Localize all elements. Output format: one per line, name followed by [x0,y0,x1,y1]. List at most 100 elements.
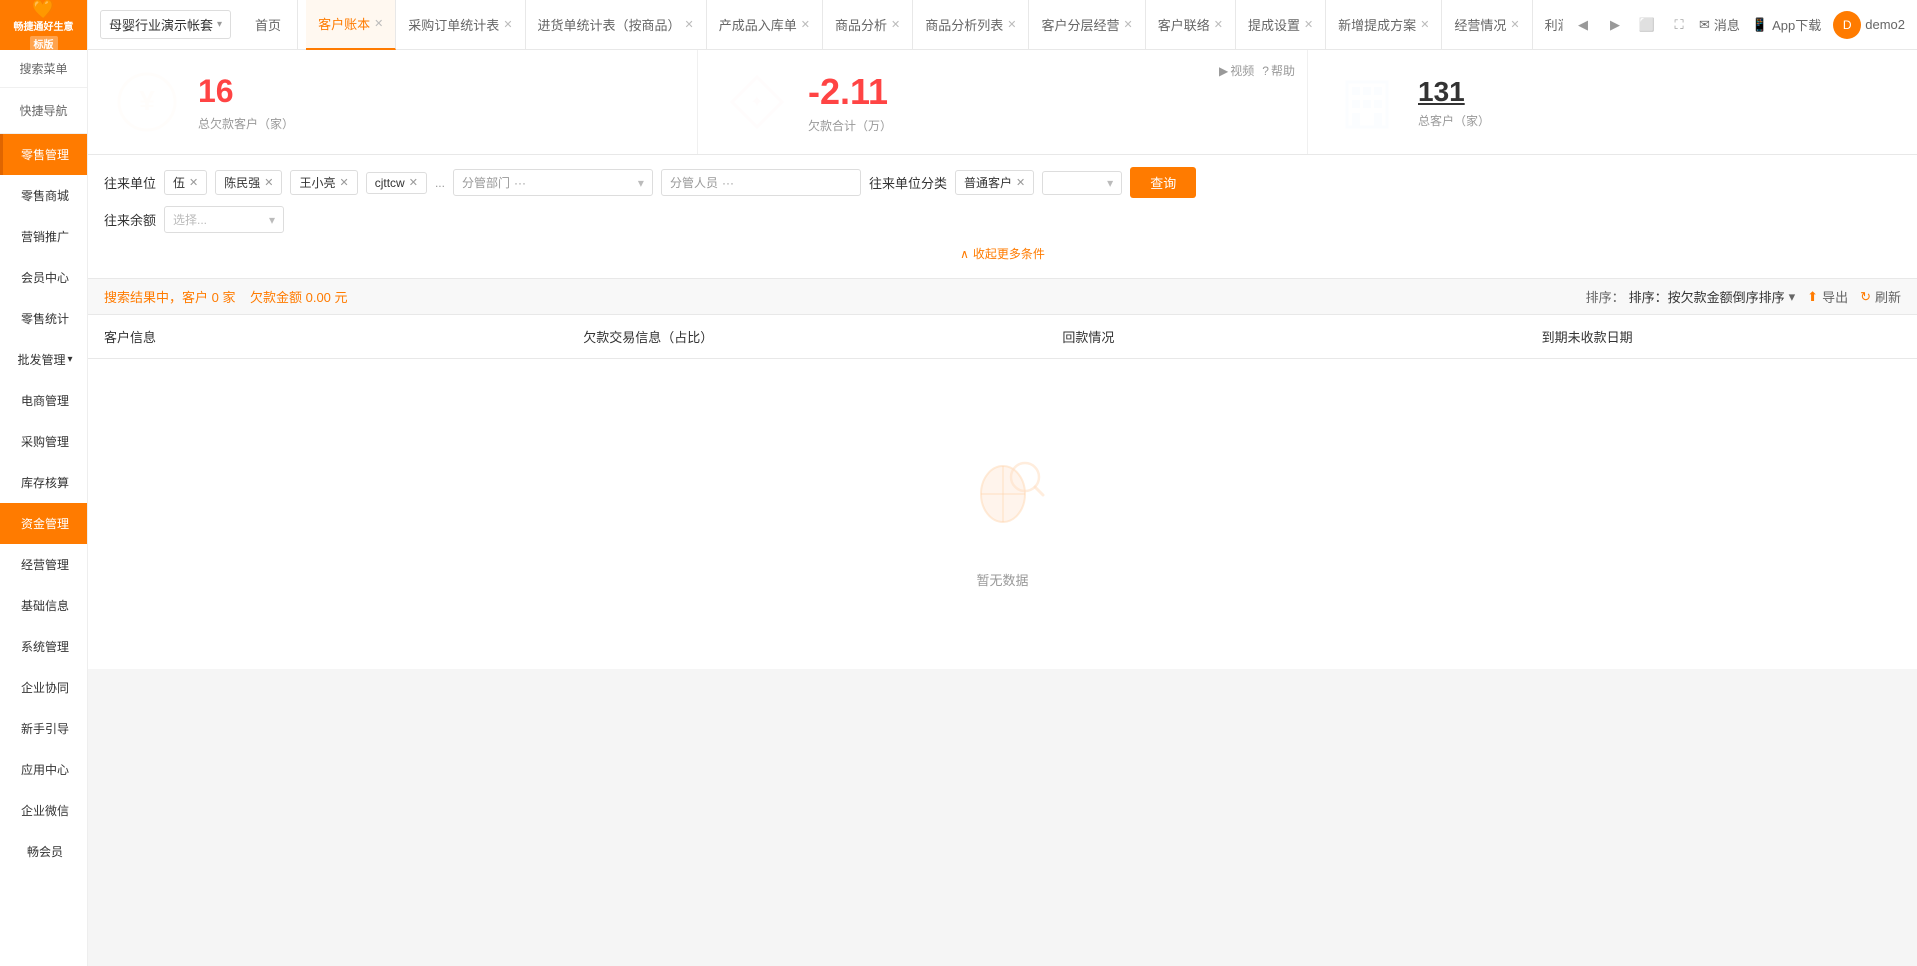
tab-commission-settings-close[interactable]: ✕ [1304,18,1313,31]
tab-customer-contact-close[interactable]: ✕ [1214,18,1223,31]
svg-text:¥: ¥ [139,85,155,116]
tab-business-status[interactable]: 经营情况 ✕ [1442,0,1532,50]
tab-purchase-orders-close[interactable]: ✕ [503,18,512,31]
tab-product-analysis-label: 商品分析 [835,15,887,34]
sort-selector[interactable]: 排序： 排序：按欠款金额倒序排序 ▾ [1586,287,1796,306]
tab-purchase-stats-close[interactable]: ✕ [685,18,694,31]
filter-tag-unit2-close[interactable]: ✕ [264,176,273,189]
refresh-label: 刷新 [1875,287,1901,306]
tab-purchase-stats-label: 进货单统计表（按商品） [538,15,681,34]
sidebar-item-inventory-check[interactable]: 库存核算 [0,462,87,503]
help-label: 帮助 [1271,62,1295,79]
sidebar-item-basic-info[interactable]: 基础信息 [0,585,87,626]
filter-person-select[interactable]: 分管人员 ··· [661,169,861,196]
app-download-btn[interactable]: 📱 App下载 [1752,15,1821,34]
tab-product-entry[interactable]: 产成品入库单 ✕ [707,0,823,50]
refresh-btn[interactable]: ↻ 刷新 [1860,287,1901,306]
filter-tag-unit4-text: cjttcw [375,176,405,190]
filter-tag-unit-type-close[interactable]: ✕ [1016,176,1025,189]
filter-tag-unit1-close[interactable]: ✕ [189,176,198,189]
search-menu[interactable]: 搜索菜单 [0,50,87,88]
account-selector[interactable]: 母婴行业演示帐套 ▾ [100,10,231,39]
tab-home[interactable]: 首页 [239,0,298,50]
filter-tag-unit4-close[interactable]: ✕ [409,176,418,189]
tab-accounts-close[interactable]: ✕ [374,17,383,30]
message-btn[interactable]: ✉ 消息 [1699,15,1740,34]
help-btn[interactable]: ? 帮助 [1262,62,1295,79]
filter-balance-select[interactable]: 选择... ▾ [164,206,284,233]
query-button[interactable]: 查询 [1130,167,1196,198]
sort-arrow: ▾ [1789,289,1796,305]
user-avatar[interactable]: D demo2 [1833,11,1905,39]
result-suffix: 家 [223,290,236,305]
help-icon: ? [1262,64,1269,78]
tab-new-commission[interactable]: 新增提成方案 ✕ [1326,0,1442,50]
stat-info-total-customers: 131 总客户（家） [1418,75,1490,130]
filter-tag-unit2: 陈民强 ✕ [215,170,282,195]
sidebar-item-marketing[interactable]: 营销推广 [0,216,87,257]
sidebar-item-wholesale-mgmt[interactable]: 批发管理 ▾ [0,339,87,380]
tab-purchase-stats[interactable]: 进货单统计表（按商品） ✕ [526,0,707,50]
tab-commission-settings-label: 提成设置 [1248,15,1300,34]
filter-dept-select[interactable]: 分管部门 ··· ▾ [453,169,653,196]
tab-customer-contact-label: 客户联络 [1158,15,1210,34]
tab-product-analysis-close[interactable]: ✕ [891,18,900,31]
tab-fullscreen-btn[interactable]: ⛶ [1667,0,1691,50]
stat-icon-diamond: ✦ [722,72,792,132]
filter-tag-unit3-close[interactable]: ✕ [340,176,349,189]
sidebar-item-app-center[interactable]: 应用中心 [0,749,87,790]
export-btn[interactable]: ⬆ 导出 [1807,287,1848,306]
sidebar-item-system-mgmt[interactable]: 系统管理 [0,626,87,667]
tab-customer-segment-close[interactable]: ✕ [1123,18,1132,31]
quick-nav[interactable]: 快捷导航 [0,88,87,134]
video-btn[interactable]: ▶ 视频 [1219,62,1254,79]
tab-expand-btn[interactable]: ⬜ [1635,0,1659,50]
sidebar-item-new-guide[interactable]: 新手引导 [0,708,87,749]
filter-tag-unit3: 王小亮 ✕ [290,170,357,195]
stat-value-debt-amount: -2.11 [808,70,892,113]
sidebar-item-operations-mgmt[interactable]: 经营管理 [0,544,87,585]
tab-scroll-right[interactable]: ▶ [1603,0,1627,50]
filter-dept-label: 分管部门 [462,174,510,191]
sidebar-item-ecommerce-mgmt[interactable]: 电商管理 [0,380,87,421]
tab-product-entry-close[interactable]: ✕ [801,18,810,31]
quick-nav-item[interactable]: 快捷导航 [0,94,87,127]
tab-accounts[interactable]: 客户账本 ✕ [306,0,396,50]
filter-tag-unit1-text: 伍 [173,174,185,191]
app-logo: 🧡 畅捷通好生意 标版 [0,0,87,50]
sidebar-item-purchase-mgmt[interactable]: 采购管理 [0,421,87,462]
sidebar-item-retail-mall[interactable]: 零售商城 [0,175,87,216]
arrow-icon: ▾ [67,354,72,365]
tab-product-analysis[interactable]: 商品分析 ✕ [823,0,913,50]
filter-unit-label: 往来单位 [104,173,156,192]
stat-value-total-customers: 131 [1418,75,1490,109]
sidebar-item-enterprise-collab[interactable]: 企业协同 [0,667,87,708]
sidebar-item-finance-mgmt[interactable]: 资金管理 [0,503,87,544]
filter-person-dots: ··· [722,176,734,190]
sidebar-item-enterprise-wechat[interactable]: 企业微信 [0,790,87,831]
tab-bar: 客户账本 ✕ 采购订单统计表 ✕ 进货单统计表（按商品） ✕ 产成品入库单 ✕ … [306,0,1563,50]
export-label: 导出 [1822,287,1848,306]
tab-customer-segment[interactable]: 客户分层经营 ✕ [1029,0,1145,50]
sidebar-item-member-center[interactable]: 会员中心 [0,257,87,298]
tab-product-analysis-list[interactable]: 商品分析列表 ✕ [913,0,1029,50]
collapse-filters-btn[interactable]: ∧ 收起更多条件 [104,241,1901,266]
filter-dept-dots: ··· [514,176,526,190]
tab-profit-report[interactable]: 利润报告 ✕ [1533,0,1563,50]
tab-customer-contact[interactable]: 客户联络 ✕ [1146,0,1236,50]
filter-more-tags[interactable]: ... [435,176,445,190]
result-bar: 搜索结果中，客户 0 家 欠款金额 0.00 元 排序： 排序：按欠款金额倒序排… [88,279,1917,315]
tab-product-analysis-list-close[interactable]: ✕ [1007,18,1016,31]
tab-purchase-orders[interactable]: 采购订单统计表 ✕ [396,0,525,50]
sidebar-item-vip-member[interactable]: 畅会员 [0,831,87,872]
tab-business-status-close[interactable]: ✕ [1510,18,1519,31]
tab-scroll-left[interactable]: ◀ [1571,0,1595,50]
tab-commission-settings[interactable]: 提成设置 ✕ [1236,0,1326,50]
sidebar-item-retail-stats[interactable]: 零售统计 [0,298,87,339]
sidebar-item-retail-mgmt[interactable]: 零售管理 [0,134,87,175]
tab-new-commission-close[interactable]: ✕ [1420,18,1429,31]
filter-row-2: 往来余额 选择... ▾ [104,206,1901,233]
filter-unit-type-dropdown[interactable]: ▾ [1042,171,1122,195]
logo-text: 畅捷通好生意 [14,22,74,34]
filter-unit-type-arrow: ▾ [1107,176,1113,190]
